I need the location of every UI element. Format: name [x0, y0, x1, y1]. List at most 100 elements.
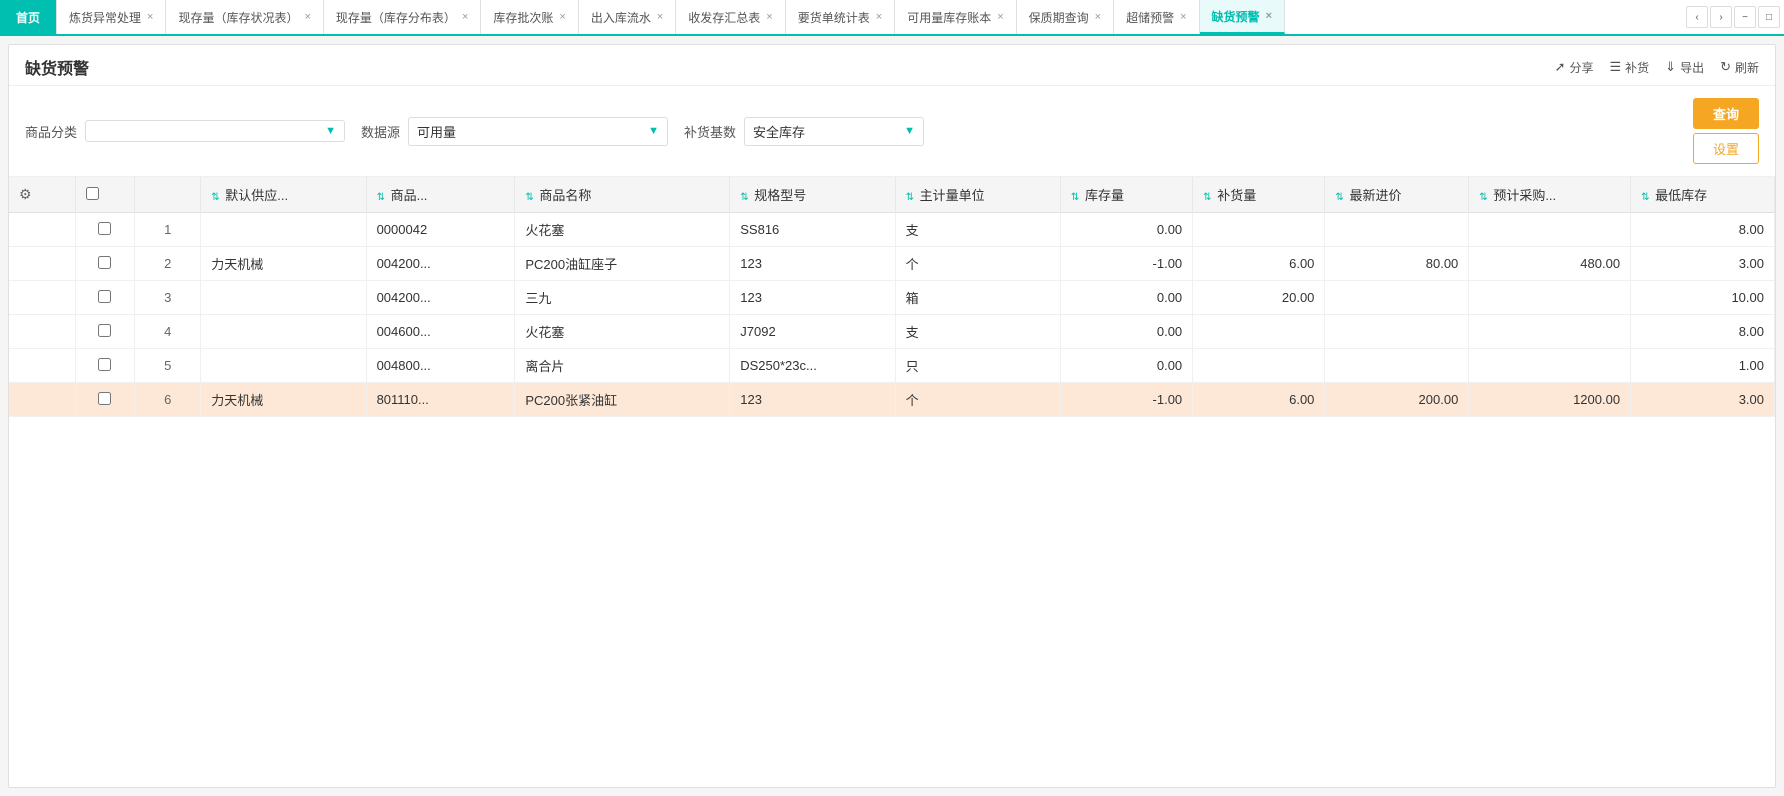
tab-可用量库存账本[interactable]: 可用量库存账本 ×: [895, 0, 1016, 34]
tab-maximize-button[interactable]: □: [1758, 6, 1780, 28]
table-row[interactable]: 3 004200... 三九 123 箱 0.00 20.00 10.00: [9, 281, 1775, 315]
th-gear[interactable]: ⚙: [9, 177, 75, 213]
row-checkbox[interactable]: [98, 358, 111, 371]
row-gear-cell: [9, 213, 75, 247]
row-checkbox[interactable]: [98, 256, 111, 269]
tab-close-缺货预警[interactable]: ×: [1266, 10, 1272, 22]
row-unit: 支: [895, 213, 1060, 247]
tab-超储预警[interactable]: 超储预警 ×: [1114, 0, 1199, 34]
category-filter: 商品分类 ▼: [25, 120, 345, 142]
row-name: 火花塞: [515, 213, 730, 247]
row-unit: 支: [895, 315, 1060, 349]
sort-icon-stock[interactable]: ⇅: [1071, 192, 1079, 203]
category-dropdown-arrow: ▼: [325, 125, 336, 137]
replenish-icon: ☰: [1609, 59, 1621, 75]
sort-icon-price[interactable]: ⇅: [1335, 192, 1343, 203]
row-stock: -1.00: [1060, 247, 1192, 281]
row-supplier: [201, 213, 366, 247]
select-all-checkbox[interactable]: [86, 187, 99, 200]
tab-保质期查询[interactable]: 保质期查询 ×: [1017, 0, 1114, 34]
row-replenish: [1193, 349, 1325, 383]
tab-炼货异常处理[interactable]: 炼货异常处理 ×: [57, 0, 166, 34]
tab-minimize-button[interactable]: −: [1734, 6, 1756, 28]
table-row[interactable]: 1 0000042 火花塞 SS816 支 0.00 8.00: [9, 213, 1775, 247]
row-plan-purchase: [1469, 315, 1631, 349]
row-checkbox[interactable]: [98, 324, 111, 337]
row-plan-purchase: 480.00: [1469, 247, 1631, 281]
replenish-filter: 补货基数 安全库存 ▼: [684, 117, 924, 146]
tab-close-库存批次账[interactable]: ×: [559, 11, 565, 23]
row-spec: J7092: [730, 315, 895, 349]
row-check-cell[interactable]: [75, 383, 135, 417]
tab-close-收发存汇总表[interactable]: ×: [766, 11, 772, 23]
tab-prev-button[interactable]: ‹: [1686, 6, 1708, 28]
sort-icon-min[interactable]: ⇅: [1641, 192, 1649, 203]
row-check-cell[interactable]: [75, 213, 135, 247]
table-row[interactable]: 5 004800... 离合片 DS250*23c... 只 0.00 1.00: [9, 349, 1775, 383]
row-replenish: [1193, 213, 1325, 247]
row-code: 004600...: [366, 315, 515, 349]
row-gear-cell: [9, 383, 75, 417]
row-code: 004200...: [366, 247, 515, 281]
row-check-cell[interactable]: [75, 281, 135, 315]
row-checkbox[interactable]: [98, 290, 111, 303]
tab-bar: 首页 炼货异常处理 × 现存量（库存状况表） × 现存量（库存分布表） × 库存…: [0, 0, 1784, 36]
tab-next-button[interactable]: ›: [1710, 6, 1732, 28]
refresh-icon: ↻: [1720, 59, 1731, 75]
tab-home[interactable]: 首页: [0, 0, 57, 34]
tab-close-要货单统计表[interactable]: ×: [876, 11, 882, 23]
export-button[interactable]: ⇓ 导出: [1665, 59, 1704, 76]
sort-icon-code[interactable]: ⇅: [377, 192, 385, 203]
row-replenish: [1193, 315, 1325, 349]
tab-close-现存量库存分布表[interactable]: ×: [462, 11, 468, 23]
tab-close-出入库流水[interactable]: ×: [657, 11, 663, 23]
tab-close-炼货异常处理[interactable]: ×: [147, 11, 153, 23]
sort-icon-plan[interactable]: ⇅: [1479, 192, 1487, 203]
row-checkbox[interactable]: [98, 222, 111, 235]
table-header-row: ⚙ ⇅ 默认供应... ⇅ 商品... ⇅ 商品名称: [9, 177, 1775, 213]
gear-icon[interactable]: ⚙: [19, 186, 32, 202]
th-name: ⇅ 商品名称: [515, 177, 730, 213]
replenish-button[interactable]: ☰ 补货: [1609, 59, 1649, 76]
row-check-cell[interactable]: [75, 315, 135, 349]
row-check-cell[interactable]: [75, 349, 135, 383]
th-spec: ⇅ 规格型号: [730, 177, 895, 213]
tab-现存量库存状况表[interactable]: 现存量（库存状况表） ×: [166, 0, 323, 34]
category-select[interactable]: ▼: [85, 120, 345, 142]
row-latest-price: [1325, 213, 1469, 247]
tab-close-可用量库存账本[interactable]: ×: [997, 11, 1003, 23]
page-header: 缺货预警 ➚ 分享 ☰ 补货 ⇓ 导出 ↻ 刷新: [9, 45, 1775, 86]
filter-bar: 商品分类 ▼ 数据源 可用量 ▼ 补货基数 安全库存 ▼ 查询 设置: [9, 86, 1775, 177]
query-button[interactable]: 查询: [1693, 98, 1759, 129]
tab-要货单统计表[interactable]: 要货单统计表 ×: [786, 0, 895, 34]
sort-icon-supplier[interactable]: ⇅: [211, 192, 219, 203]
th-index: [135, 177, 201, 213]
page-title: 缺货预警: [25, 55, 89, 79]
sort-icon-spec[interactable]: ⇅: [740, 192, 748, 203]
tab-库存批次账[interactable]: 库存批次账 ×: [481, 0, 578, 34]
datasource-select[interactable]: 可用量 ▼: [408, 117, 668, 146]
export-icon: ⇓: [1665, 59, 1676, 75]
tab-close-保质期查询[interactable]: ×: [1095, 11, 1101, 23]
row-check-cell[interactable]: [75, 247, 135, 281]
sort-icon-name[interactable]: ⇅: [525, 192, 533, 203]
row-min-stock: 8.00: [1631, 213, 1775, 247]
sort-icon-replenish[interactable]: ⇅: [1203, 192, 1211, 203]
data-table-container: ⚙ ⇅ 默认供应... ⇅ 商品... ⇅ 商品名称: [9, 177, 1775, 417]
row-checkbox[interactable]: [98, 392, 111, 405]
tab-close-超储预警[interactable]: ×: [1180, 11, 1186, 23]
table-row[interactable]: 2 力天机械 004200... PC200油缸座子 123 个 -1.00 6…: [9, 247, 1775, 281]
settings-button[interactable]: 设置: [1693, 133, 1759, 164]
table-row[interactable]: 6 力天机械 801110... PC200张紧油缸 123 个 -1.00 6…: [9, 383, 1775, 417]
sort-icon-unit[interactable]: ⇅: [906, 192, 914, 203]
tab-缺货预警[interactable]: 缺货预警 ×: [1200, 0, 1285, 34]
replenish-select[interactable]: 安全库存 ▼: [744, 117, 924, 146]
share-button[interactable]: ➚ 分享: [1555, 59, 1594, 76]
refresh-button[interactable]: ↻ 刷新: [1720, 59, 1759, 76]
tab-现存量库存分布表[interactable]: 现存量（库存分布表） ×: [324, 0, 481, 34]
row-unit: 只: [895, 349, 1060, 383]
tab-收发存汇总表[interactable]: 收发存汇总表 ×: [676, 0, 785, 34]
table-row[interactable]: 4 004600... 火花塞 J7092 支 0.00 8.00: [9, 315, 1775, 349]
tab-出入库流水[interactable]: 出入库流水 ×: [579, 0, 676, 34]
tab-close-现存量库存状况表[interactable]: ×: [304, 11, 310, 23]
